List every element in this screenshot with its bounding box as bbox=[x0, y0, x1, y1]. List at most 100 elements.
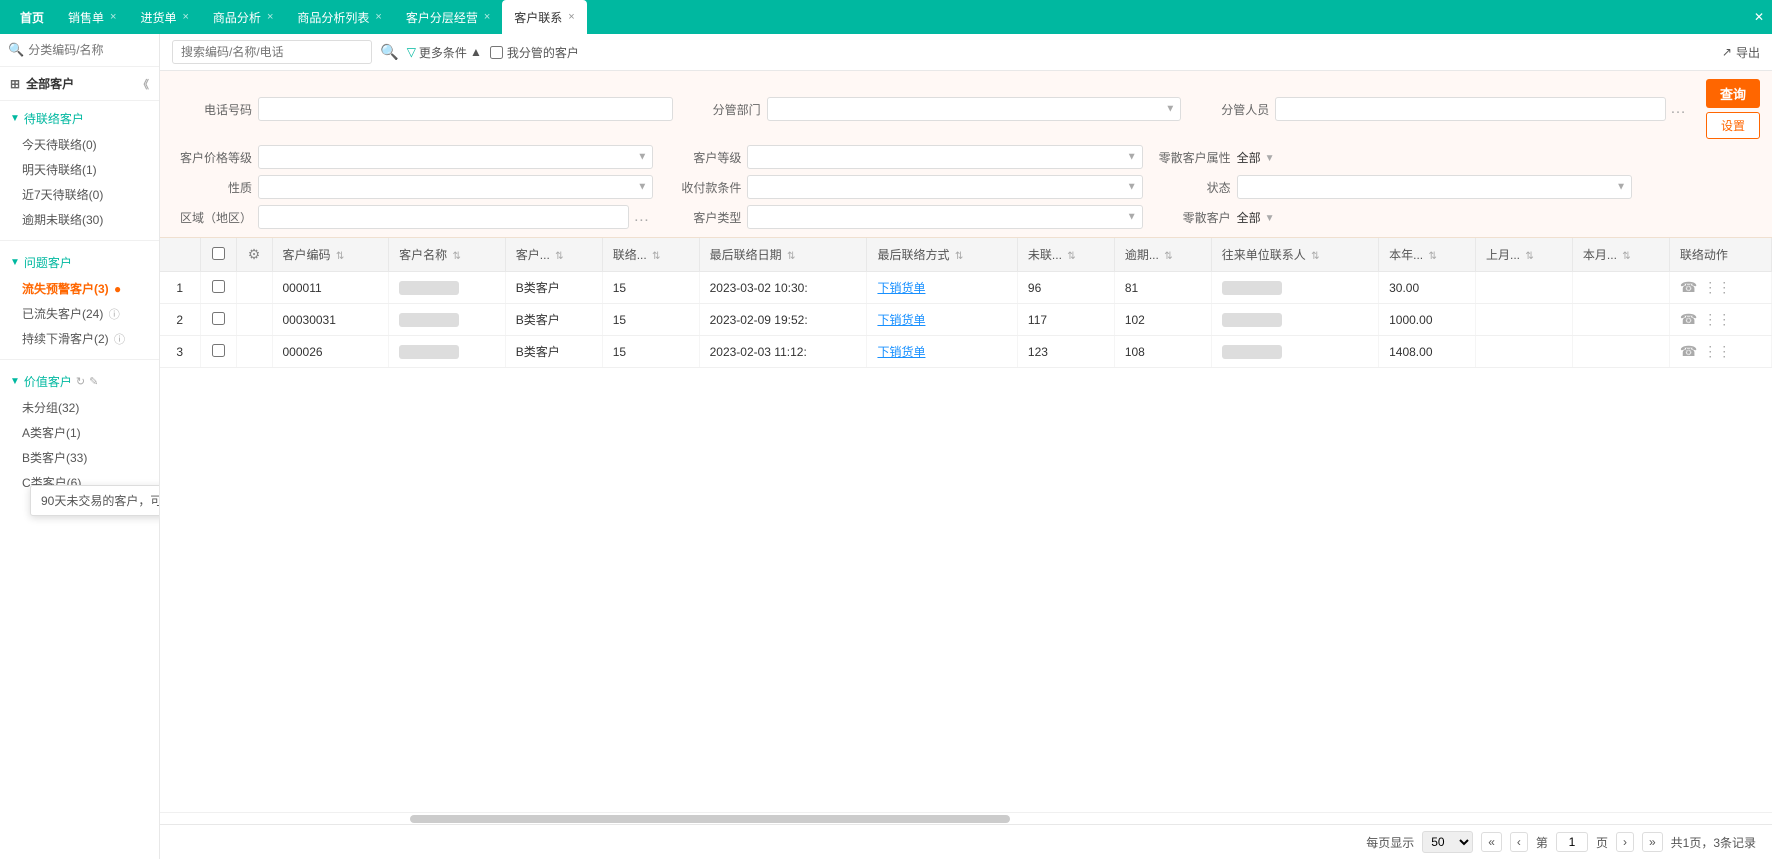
sidebar-group-header-value[interactable]: ▼ 价值客户 ↻ ✎ bbox=[0, 368, 159, 395]
sidebar-item-ungrouped[interactable]: 未分组(32) bbox=[0, 395, 159, 420]
filter-select-customer-type[interactable] bbox=[747, 205, 1142, 229]
scrollbar-thumb[interactable] bbox=[410, 815, 1010, 823]
filter-field-customer-level: 客户等级 ▼ bbox=[661, 145, 1142, 169]
sidebar-item-a-class[interactable]: A类客户(1) bbox=[0, 420, 159, 445]
nav-tab-sales[interactable]: 销售单 × bbox=[56, 0, 128, 34]
sidebar-item-7days[interactable]: 近7天待联络(0) bbox=[0, 182, 159, 207]
nav-tab-home[interactable]: 首页 bbox=[8, 0, 56, 34]
th-last-month[interactable]: 上月... ⇅ bbox=[1476, 238, 1573, 272]
advanced-filter-panel: 电话号码 分管部门 ▼ 分管人员 … 查询 设置 bbox=[160, 71, 1772, 238]
nav-tab-customer-tier[interactable]: 客户分层经营 × bbox=[394, 0, 502, 34]
last-page-button[interactable]: » bbox=[1642, 832, 1663, 852]
th-contact[interactable]: 联络... ⇅ bbox=[602, 238, 699, 272]
page-num-input[interactable] bbox=[1556, 832, 1588, 852]
close-purchase-tab[interactable]: × bbox=[182, 11, 188, 23]
person-dots-icon[interactable]: … bbox=[1666, 100, 1690, 118]
nav-tab-customer-contact[interactable]: 客户联系 × bbox=[502, 0, 586, 34]
row-checkbox-2[interactable] bbox=[212, 312, 225, 325]
last-method-link-3[interactable]: 下销货单 bbox=[877, 345, 925, 359]
th-unit-contact[interactable]: 往来单位联系人 ⇅ bbox=[1211, 238, 1378, 272]
zero-customer-dropdown-icon[interactable]: ▼ bbox=[1265, 213, 1275, 224]
sidebar-collapse-icon[interactable]: 《 bbox=[138, 76, 149, 92]
first-page-button[interactable]: « bbox=[1481, 832, 1502, 852]
close-all-btn[interactable]: ✕ bbox=[1754, 8, 1764, 26]
action-phone-icon-2[interactable]: ☎ bbox=[1680, 311, 1697, 328]
filter-select-price-level[interactable] bbox=[258, 145, 653, 169]
sidebar-item-today[interactable]: 今天待联络(0) bbox=[0, 132, 159, 157]
query-button[interactable]: 查询 bbox=[1706, 79, 1760, 108]
sidebar-all-customers[interactable]: ⊞ 全部客户 《 bbox=[0, 67, 159, 101]
close-sales-tab[interactable]: × bbox=[110, 11, 116, 23]
filter-select-status[interactable] bbox=[1237, 175, 1632, 199]
nav-tab-analysis-list[interactable]: 商品分析列表 × bbox=[285, 0, 393, 34]
th-settings[interactable]: ⚙ bbox=[236, 238, 272, 272]
th-this-year[interactable]: 本年... ⇅ bbox=[1379, 238, 1476, 272]
th-last-date[interactable]: 最后联络日期 ⇅ bbox=[699, 238, 867, 272]
zero-attr-dropdown-icon[interactable]: ▼ bbox=[1265, 153, 1275, 164]
next-page-button[interactable]: › bbox=[1616, 832, 1634, 852]
action-phone-icon-1[interactable]: ☎ bbox=[1680, 279, 1697, 296]
filter-search-input[interactable] bbox=[172, 40, 372, 64]
sidebar-item-overdue[interactable]: 逾期未联络(30) bbox=[0, 207, 159, 232]
close-customer-contact-tab[interactable]: × bbox=[568, 11, 574, 23]
refresh-icon[interactable]: ↻ bbox=[76, 375, 85, 388]
th-name[interactable]: 客户名称 ⇅ bbox=[389, 238, 506, 272]
th-type[interactable]: 客户... ⇅ bbox=[505, 238, 602, 272]
my-customers-checkbox-area[interactable]: 我分管的客户 bbox=[490, 44, 579, 61]
export-button[interactable]: ↗ 导出 bbox=[1722, 44, 1760, 61]
sort-contact-icon: ⇅ bbox=[652, 251, 660, 262]
filter-select-nature[interactable] bbox=[258, 175, 653, 199]
sidebar-item-churn-warning[interactable]: 流失预警客户(3) ● bbox=[0, 276, 159, 301]
my-customers-checkbox[interactable] bbox=[490, 46, 503, 59]
sidebar-group-header-problem[interactable]: ▼ 问题客户 bbox=[0, 249, 159, 276]
sort-name-icon: ⇅ bbox=[453, 251, 461, 262]
filter-row-3: 性质 ▼ 收付款条件 ▼ 状态 bbox=[172, 175, 1760, 199]
action-more-icon-1[interactable]: ⋮⋮ bbox=[1703, 279, 1731, 296]
horizontal-scrollbar[interactable] bbox=[160, 812, 1772, 824]
more-conditions-button[interactable]: ▽ 更多条件 ▲ bbox=[407, 44, 482, 61]
td-overdue-3: 108 bbox=[1114, 336, 1211, 368]
filter-field-person: 分管人员 … bbox=[1189, 97, 1690, 121]
sort-uncontacted-icon: ⇅ bbox=[1067, 251, 1075, 262]
th-overdue[interactable]: 逾期... ⇅ bbox=[1114, 238, 1211, 272]
filter-select-dept[interactable] bbox=[767, 97, 1182, 121]
sidebar-search-input[interactable] bbox=[28, 43, 160, 57]
filter-input-person[interactable] bbox=[1275, 97, 1666, 121]
filter-select-customer-level[interactable] bbox=[747, 145, 1142, 169]
th-last-method[interactable]: 最后联络方式 ⇅ bbox=[867, 238, 1017, 272]
th-this-month[interactable]: 本月... ⇅ bbox=[1572, 238, 1669, 272]
filter-search-button[interactable]: 🔍 bbox=[380, 43, 399, 61]
row-checkbox-3[interactable] bbox=[212, 344, 225, 357]
th-code[interactable]: 客户编码 ⇅ bbox=[272, 238, 389, 272]
nav-tab-analysis[interactable]: 商品分析 × bbox=[201, 0, 285, 34]
select-all-checkbox[interactable] bbox=[212, 247, 225, 260]
close-analysis-list-tab[interactable]: × bbox=[375, 11, 381, 23]
th-uncontacted[interactable]: 未联... ⇅ bbox=[1017, 238, 1114, 272]
th-check bbox=[200, 238, 236, 272]
sidebar-group-header-pending[interactable]: ▼ 待联络客户 bbox=[0, 105, 159, 132]
sidebar-item-tomorrow[interactable]: 明天待联络(1) bbox=[0, 157, 159, 182]
filter-select-payment[interactable] bbox=[747, 175, 1142, 199]
td-last-date-2: 2023-02-09 19:52: bbox=[699, 304, 867, 336]
settings-button[interactable]: 设置 bbox=[1706, 112, 1760, 139]
filter-input-phone[interactable] bbox=[258, 97, 673, 121]
sidebar-item-declining[interactable]: 持续下滑客户(2) ⓘ bbox=[0, 326, 159, 351]
edit-icon[interactable]: ✎ bbox=[89, 375, 98, 388]
td-overdue-2: 102 bbox=[1114, 304, 1211, 336]
action-more-icon-2[interactable]: ⋮⋮ bbox=[1703, 311, 1731, 328]
sidebar-item-churned[interactable]: 已流失客户(24) ⓘ bbox=[0, 301, 159, 326]
action-more-icon-3[interactable]: ⋮⋮ bbox=[1703, 343, 1731, 360]
row-checkbox-1[interactable] bbox=[212, 280, 225, 293]
sidebar-item-b-class[interactable]: B类客户(33) bbox=[0, 445, 159, 470]
nav-tab-purchase[interactable]: 进货单 × bbox=[128, 0, 200, 34]
table-settings-gear-icon[interactable]: ⚙ bbox=[248, 246, 261, 262]
close-analysis-tab[interactable]: × bbox=[267, 11, 273, 23]
action-phone-icon-3[interactable]: ☎ bbox=[1680, 343, 1697, 360]
region-dots-icon[interactable]: … bbox=[629, 208, 653, 226]
prev-page-button[interactable]: ‹ bbox=[1510, 832, 1528, 852]
close-customer-tier-tab[interactable]: × bbox=[484, 11, 490, 23]
last-method-link-1[interactable]: 下销货单 bbox=[877, 281, 925, 295]
per-page-select[interactable]: 50 20 100 bbox=[1422, 831, 1473, 853]
last-method-link-2[interactable]: 下销货单 bbox=[877, 313, 925, 327]
filter-input-region[interactable] bbox=[258, 205, 629, 229]
